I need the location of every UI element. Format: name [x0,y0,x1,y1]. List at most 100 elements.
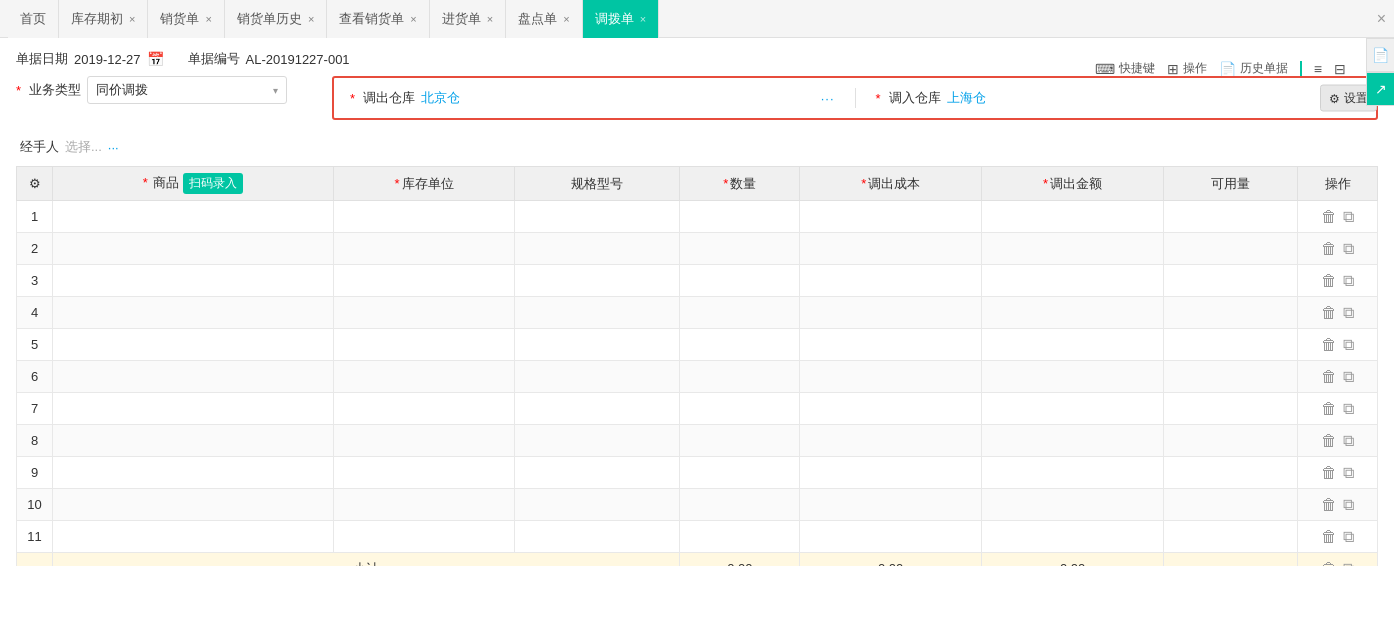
delete-row-icon[interactable]: 🗑 [1321,240,1337,258]
close-tab-inventory-init[interactable]: × [129,13,135,25]
toolbar-divider [1300,61,1302,77]
table-wrapper: ⚙ 商品 扫码录入 库存单位 规格型号 数量 调出成本 调出金额 可用量 操作 [16,166,1378,566]
business-warehouse-row: * 业务类型 同价调拨 ▾ * 调出仓库 北京仓 ··· * 调入仓库 上海仓 [16,76,1378,130]
warehouse-out-field: * 调出仓库 北京仓 [350,89,801,107]
handler-field: 经手人 选择... ··· [20,138,119,156]
table-row: 9 🗑⧉ [17,457,1378,489]
copy-row-icon[interactable]: ⧉ [1343,368,1354,386]
delete-row-icon[interactable]: 🗑 [1321,272,1337,290]
right-panel-doc-btn[interactable]: 📄 [1366,38,1394,72]
close-tab-sales-order[interactable]: × [205,13,211,25]
dropdown-arrow-icon: ▾ [273,85,278,96]
docno-value: AL-20191227-001 [246,52,350,67]
copy-row-icon[interactable]: ⧉ [1343,464,1354,482]
required-star-warehouse-in: * [876,91,881,106]
tab-inventory-init[interactable]: 库存期初 × [59,0,148,38]
copy-row-icon[interactable]: ⧉ [1343,304,1354,322]
warehouse-in-label: 调入仓库 [889,89,941,107]
warehouse-section: * 调出仓库 北京仓 ··· * 调入仓库 上海仓 ··· ⚙ 设置 [332,76,1378,120]
tab-purchase[interactable]: 进货单 × [430,0,506,38]
table-row: 5 🗑⧉ [17,329,1378,361]
table-row: 8 🗑⧉ [17,425,1378,457]
gear-settings-icon: ⚙ [1329,91,1340,105]
right-panel-export-btn[interactable]: ↗ [1366,72,1394,106]
tab-sales-history[interactable]: 销货单历史 × [225,0,327,38]
toolbar-operation[interactable]: ⊞ 操作 [1167,60,1207,77]
warehouse-divider [855,88,856,108]
delete-row-icon[interactable]: 🗑 [1321,464,1337,482]
delete-row-icon[interactable]: 🗑 [1321,368,1337,386]
delete-row-icon[interactable]: 🗑 [1321,528,1337,546]
warehouse-in-value[interactable]: 上海仓 [947,89,986,107]
copy-row-icon[interactable]: ⧉ [1343,240,1354,258]
docno-field: 单据编号 AL-20191227-001 [188,50,350,68]
close-all-tabs[interactable]: × [1377,10,1386,28]
tab-view-sales[interactable]: 查看销货单 × [327,0,429,38]
handler-label: 经手人 [20,138,59,156]
tab-stock-count[interactable]: 盘点单 × [506,0,582,38]
close-tab-transfer[interactable]: × [640,13,646,25]
required-star-business: * [16,83,21,98]
copy-row-icon[interactable]: ⧉ [1343,432,1354,450]
warehouse-out-more[interactable]: ··· [821,91,835,106]
delete-row-icon[interactable]: 🗑 [1321,400,1337,418]
close-tab-stock-count[interactable]: × [563,13,569,25]
warehouse-out-value[interactable]: 北京仓 [421,89,460,107]
subtotal-qty: 0.00 [680,553,800,567]
right-panel: 📄 ↗ [1366,38,1394,106]
table-row: 6 🗑⧉ [17,361,1378,393]
business-type-select[interactable]: 同价调拨 ▾ [87,76,287,104]
delete-row-icon[interactable]: 🗑 [1321,304,1337,322]
th-operation: 操作 [1298,167,1378,201]
delete-row-icon[interactable]: 🗑 [1321,496,1337,514]
table-row: 7 🗑⧉ [17,393,1378,425]
delete-subtotal-icon[interactable]: 🗑 [1321,560,1337,567]
copy-row-icon[interactable]: ⧉ [1343,528,1354,546]
required-star-warehouse-out: * [350,91,355,106]
th-unit: 库存单位 [333,167,515,201]
tab-bar: 首页 库存期初 × 销货单 × 销货单历史 × 查看销货单 × 进货单 × 盘点… [0,0,1394,38]
business-type-label: 业务类型 [29,81,81,99]
docno-label: 单据编号 [188,50,240,68]
row-cost[interactable] [800,201,982,233]
tab-transfer[interactable]: 调拨单 × [583,0,659,38]
copy-subtotal-icon[interactable]: ⧉ [1343,560,1354,567]
delete-row-icon[interactable]: 🗑 [1321,432,1337,450]
row-product[interactable] [53,201,334,233]
close-tab-view-sales[interactable]: × [410,13,416,25]
date-label: 单据日期 [16,50,68,68]
scan-button[interactable]: 扫码录入 [183,173,243,194]
date-value[interactable]: 2019-12-27 [74,52,141,67]
row-amount[interactable] [982,201,1164,233]
toolbar-shortcut[interactable]: ⌨ 快捷键 [1095,60,1155,77]
close-tab-sales-history[interactable]: × [308,13,314,25]
row-spec [515,201,680,233]
handler-more[interactable]: ··· [108,140,119,155]
row-qty[interactable] [680,201,800,233]
tab-home[interactable]: 首页 [8,0,59,38]
toolbar-list-view[interactable]: ≡ [1314,61,1322,77]
copy-row-icon[interactable]: ⧉ [1343,208,1354,226]
th-qty: 数量 [680,167,800,201]
table-row: 4 🗑⧉ [17,297,1378,329]
th-spec: 规格型号 [515,167,680,201]
th-settings[interactable]: ⚙ [17,167,53,201]
table-view-icon: ⊟ [1334,61,1346,77]
handler-select[interactable]: 选择... [65,138,102,156]
toolbar-table-view[interactable]: ⊟ [1334,61,1346,77]
copy-row-icon[interactable]: ⧉ [1343,400,1354,418]
business-type-field: * 业务类型 同价调拨 ▾ [16,76,316,104]
copy-row-icon[interactable]: ⧉ [1343,336,1354,354]
tab-sales-order[interactable]: 销货单 × [148,0,224,38]
copy-row-icon[interactable]: ⧉ [1343,272,1354,290]
delete-row-icon[interactable]: 🗑 [1321,208,1337,226]
calendar-icon[interactable]: 📅 [147,51,164,67]
delete-row-icon[interactable]: 🗑 [1321,336,1337,354]
th-available: 可用量 [1164,167,1298,201]
table-row: 2 🗑⧉ [17,233,1378,265]
row-num: 1 [17,201,53,233]
copy-row-icon[interactable]: ⧉ [1343,496,1354,514]
close-tab-purchase[interactable]: × [487,13,493,25]
th-product: 商品 扫码录入 [53,167,334,201]
toolbar-history[interactable]: 📄 历史单据 [1219,60,1288,77]
